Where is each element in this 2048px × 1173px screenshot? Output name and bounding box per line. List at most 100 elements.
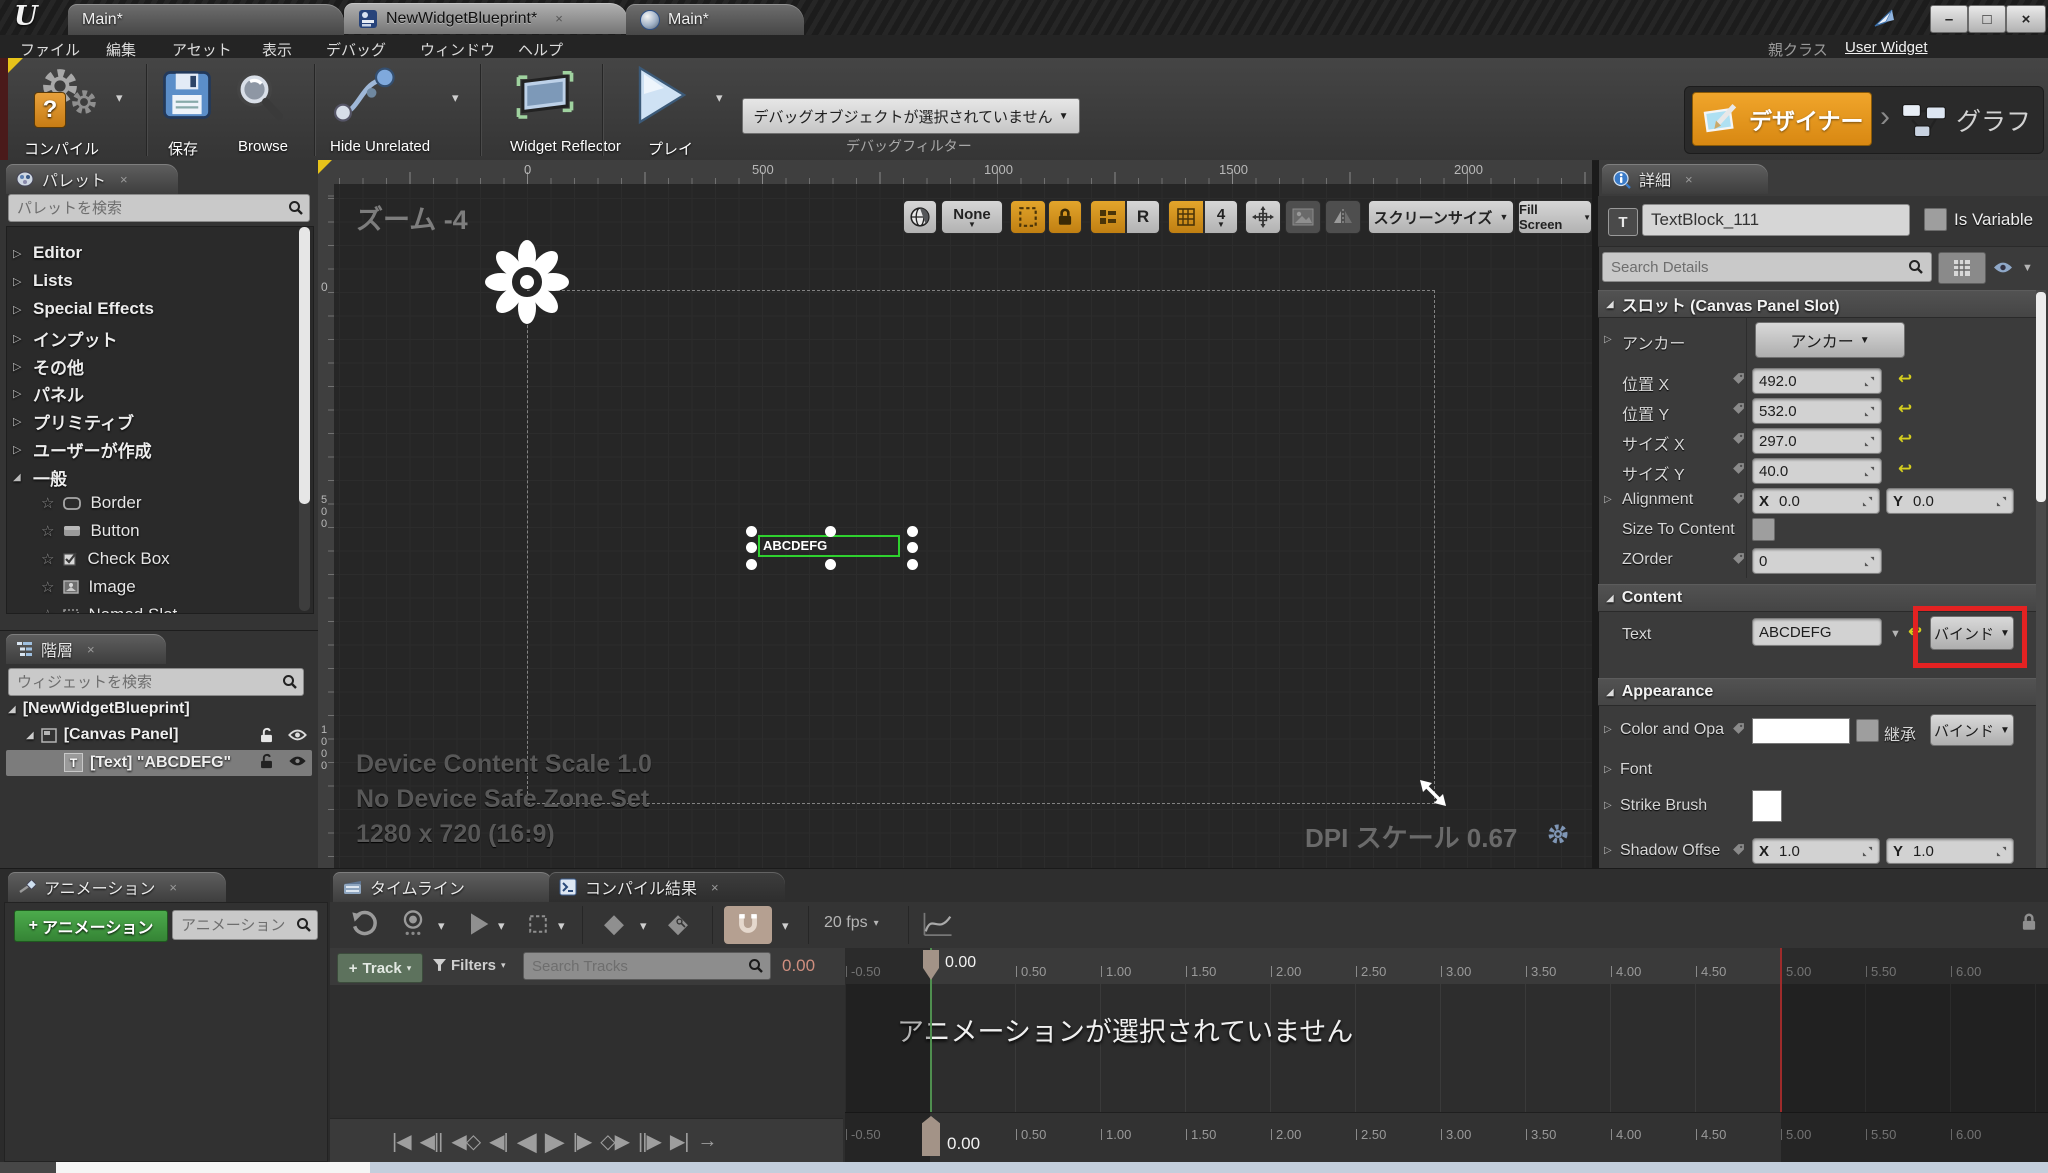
- reset-to-default-icon[interactable]: ↩: [1898, 369, 1912, 389]
- shadow-y-field[interactable]: Y 1.0: [1886, 838, 2014, 864]
- preview-image-button[interactable]: [1285, 200, 1321, 234]
- scrollbar-thumb[interactable]: [2036, 292, 2046, 502]
- collapsed-arrow-icon[interactable]: ▷: [1604, 800, 1612, 811]
- add-track-button[interactable]: + Track ▾: [337, 953, 423, 983]
- palette-search-input[interactable]: [8, 194, 310, 222]
- palette-scrollbar[interactable]: [299, 227, 310, 611]
- collapsed-arrow-icon[interactable]: ▷: [1604, 494, 1612, 505]
- text-property-field[interactable]: ABCDEFG: [1752, 618, 1882, 646]
- next-key-button[interactable]: ◇▶: [600, 1129, 630, 1154]
- step-forward-button[interactable]: |▶: [573, 1129, 593, 1154]
- alignment-x-field[interactable]: X 0.0: [1752, 488, 1880, 514]
- toggle-outline-button[interactable]: [1010, 200, 1046, 234]
- collapsed-arrow-icon[interactable]: ▷: [1604, 764, 1612, 775]
- track-list-area[interactable]: [330, 985, 845, 1115]
- resize-handle[interactable]: [907, 526, 918, 537]
- resize-handle[interactable]: [907, 559, 918, 570]
- resize-handle[interactable]: [746, 559, 757, 570]
- favorite-star-icon[interactable]: ☆: [41, 578, 54, 596]
- tab-close-icon[interactable]: ×: [87, 642, 95, 657]
- menu-window[interactable]: ウィンドウ: [420, 39, 495, 60]
- hierarchy-tab[interactable]: 階層 ×: [6, 634, 166, 664]
- asset-tab-main-1[interactable]: Main*: [68, 4, 344, 35]
- widget-reflector-button[interactable]: [514, 70, 576, 122]
- add-keyframe-icon[interactable]: ◆: [604, 908, 624, 939]
- color-bind-button[interactable]: バインド ▼: [1930, 714, 2014, 746]
- size-to-content-checkbox[interactable]: [1752, 518, 1775, 541]
- play-dropdown-arrow[interactable]: ▾: [716, 90, 723, 106]
- compile-results-tab[interactable]: コンパイル結果 ×: [549, 872, 785, 902]
- palette-category-input[interactable]: ▷ インプット: [13, 326, 118, 351]
- browse-button[interactable]: [232, 68, 286, 122]
- reset-to-default-icon[interactable]: ↩: [1898, 429, 1912, 449]
- timeline-pane[interactable]: -0.50 0.50 1.00 1.50 2.00 2.50 3.00 3.50…: [845, 948, 2048, 1162]
- screen-size-dropdown[interactable]: スクリーンサイズ ▼: [1368, 200, 1514, 234]
- display-filter-eye-icon[interactable]: [1992, 260, 2014, 275]
- fill-screen-dropdown[interactable]: Fill Screen ▼: [1518, 200, 1592, 234]
- pos-x-field[interactable]: 492.0: [1752, 368, 1882, 394]
- range-playhead-marker[interactable]: [922, 1116, 940, 1156]
- hide-unrelated-button[interactable]: [332, 66, 398, 124]
- parent-class-value[interactable]: User Widget: [1845, 39, 1928, 56]
- snap-button[interactable]: [724, 906, 772, 944]
- resize-handle[interactable]: [825, 526, 836, 537]
- respect-locks-button[interactable]: R: [1126, 200, 1160, 234]
- property-matrix-button[interactable]: [1938, 252, 1986, 284]
- asset-tab-main-2[interactable]: Main*: [626, 4, 804, 35]
- selection-range-icon[interactable]: [528, 914, 548, 934]
- tab-close-icon[interactable]: ×: [169, 880, 177, 895]
- color-swatch[interactable]: [1752, 718, 1850, 744]
- record-dropdown-arrow[interactable]: ▾: [438, 918, 445, 934]
- designer-canvas[interactable]: ズーム -4 None ▼ R 4 ▼ スクリーンサイズ ▼ Fill Scre…: [334, 184, 1592, 868]
- hierarchy-search-input[interactable]: [8, 668, 304, 696]
- pos-y-field[interactable]: 532.0: [1752, 398, 1882, 424]
- play-reverse-button[interactable]: ◀: [517, 1126, 537, 1157]
- palette-category-editor[interactable]: ▷ Editor: [13, 243, 82, 263]
- palette-item-named-slot[interactable]: ☆ Named Slot: [41, 605, 177, 613]
- play-forward-button[interactable]: ▶: [545, 1126, 565, 1157]
- palette-item-border[interactable]: ☆ Border: [41, 493, 141, 513]
- scrollbar-thumb[interactable]: [299, 227, 310, 504]
- lock-widgets-button[interactable]: [1048, 200, 1082, 234]
- details-search-input[interactable]: [1602, 252, 1932, 282]
- resize-handle[interactable]: [907, 542, 918, 553]
- anchor-dropdown[interactable]: アンカー ▼: [1755, 322, 1905, 358]
- flip-preview-button[interactable]: [1325, 200, 1361, 234]
- hierarchy-text-row[interactable]: T [Text] "ABCDEFG": [64, 753, 231, 772]
- tab-close-icon[interactable]: ×: [711, 880, 719, 895]
- reset-to-default-icon[interactable]: ↩: [1898, 399, 1912, 419]
- grid-snap-size-dropdown[interactable]: 4 ▼: [1204, 200, 1238, 234]
- transform-mode-button[interactable]: [1245, 200, 1281, 234]
- hierarchy-root-row[interactable]: ◢ [NewWidgetBlueprint]: [8, 700, 190, 718]
- go-to-start-button[interactable]: |◀: [392, 1129, 412, 1154]
- preview-background-button[interactable]: [903, 200, 937, 234]
- current-time-display[interactable]: 0.00: [782, 956, 815, 976]
- save-button[interactable]: [160, 68, 214, 122]
- favorite-star-icon[interactable]: ☆: [41, 494, 54, 512]
- palette-category-panel[interactable]: ▷ パネル: [13, 381, 84, 406]
- editor-arrow-icon[interactable]: [1872, 6, 1898, 30]
- favorite-star-icon[interactable]: ☆: [41, 550, 54, 568]
- slot-section-header[interactable]: ◢ スロット (Canvas Panel Slot): [1598, 290, 2036, 318]
- curve-editor-icon[interactable]: [922, 910, 954, 938]
- menu-edit[interactable]: 編集: [106, 39, 136, 60]
- step-back-button[interactable]: ◀|: [489, 1129, 509, 1154]
- size-x-field[interactable]: 297.0: [1752, 428, 1882, 454]
- palette-item-button[interactable]: ☆ Button: [41, 521, 140, 541]
- selected-text-widget[interactable]: ABCDEFG: [758, 535, 900, 557]
- details-tab[interactable]: 詳細 ×: [1602, 164, 1768, 194]
- menu-view[interactable]: 表示: [262, 39, 292, 60]
- unlocked-icon[interactable]: [258, 753, 275, 770]
- close-button[interactable]: ×: [2006, 5, 2046, 33]
- inherit-checkbox[interactable]: [1856, 719, 1879, 742]
- palette-category-special-effects[interactable]: ▷ Special Effects: [13, 299, 154, 319]
- hierarchy-canvas-panel-row[interactable]: ◢ [Canvas Panel]: [26, 726, 178, 744]
- tab-close-icon[interactable]: ×: [555, 11, 563, 26]
- favorite-star-icon[interactable]: ☆: [41, 522, 54, 540]
- menu-asset[interactable]: アセット: [172, 39, 232, 60]
- throbber-image[interactable]: [482, 237, 572, 327]
- compile-dropdown-arrow[interactable]: ▾: [116, 90, 123, 106]
- tab-close-icon[interactable]: ×: [120, 172, 128, 187]
- animation-tab[interactable]: アニメーション ×: [8, 872, 226, 902]
- range-dropdown-arrow[interactable]: ▾: [558, 918, 565, 934]
